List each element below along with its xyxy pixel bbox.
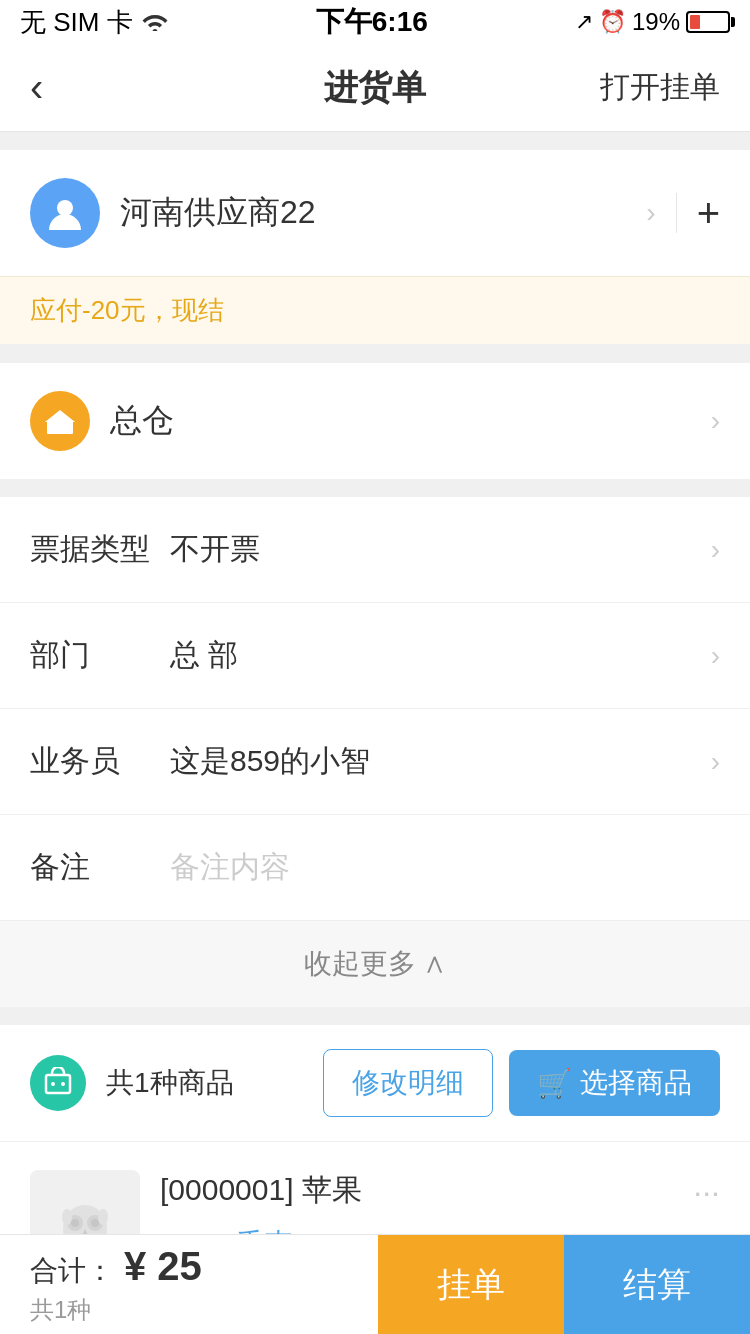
svg-marker-2 [45,410,75,422]
salesperson-label: 业务员 [30,741,150,782]
svg-rect-3 [55,426,65,434]
collapse-label: 收起更多 ∧ [304,945,447,983]
status-right: ↗ ⏰ 19% [575,8,730,36]
edit-detail-button[interactable]: 修改明细 [323,1049,493,1117]
invoice-type-label: 票据类型 [30,529,150,570]
warehouse-arrow-icon: › [711,405,720,437]
status-left: 无 SIM 卡 [20,5,169,40]
checkout-button[interactable]: 结算 [564,1235,750,1335]
select-product-button[interactable]: 🛒 选择商品 [509,1050,720,1116]
remark-input[interactable]: 备注内容 [150,847,720,888]
select-product-label: 选择商品 [580,1064,692,1102]
supplier-card: 河南供应商22 › + 应付-20元，现结 [0,150,750,344]
salesperson-value: 这是859的小智 [150,741,711,782]
invoice-type-value: 不开票 [150,529,711,570]
status-time: 下午6:16 [316,3,428,41]
hang-button[interactable]: 挂单 [378,1235,564,1335]
salesperson-row[interactable]: 业务员 这是859的小智 › [0,709,750,815]
supplier-row[interactable]: 河南供应商22 › + [0,150,750,276]
product-code: [0000001] [160,1173,302,1206]
svg-point-14 [98,1209,108,1225]
svg-point-13 [62,1209,72,1225]
battery-percent: 19% [632,8,680,36]
svg-rect-4 [46,1075,70,1093]
product-count-label: 共1种商品 [106,1064,323,1102]
product-more-button[interactable]: ··· [683,1170,720,1211]
collapse-row[interactable]: 收起更多 ∧ [0,920,750,1007]
product-name: [0000001] 苹果 [160,1170,683,1211]
product-count-icon [30,1055,86,1111]
total-sub: 共1种 [30,1294,348,1326]
svg-point-5 [51,1082,55,1086]
salesperson-arrow: › [711,746,720,778]
svg-point-10 [71,1219,79,1227]
remark-row[interactable]: 备注 备注内容 [0,815,750,920]
department-value: 总 部 [150,635,711,676]
cart-icon: 🛒 [537,1067,572,1100]
location-icon: ↗ [575,9,593,35]
total-amount: ¥ 25 [124,1244,202,1289]
supplier-divider [676,193,677,233]
invoice-type-arrow: › [711,534,720,566]
wifi-icon [141,7,169,38]
total-label: 合计： [30,1252,114,1290]
product-header: 共1种商品 修改明细 🛒 选择商品 [0,1025,750,1142]
carrier-label: 无 SIM 卡 [20,5,133,40]
svg-point-11 [91,1219,99,1227]
footer-total: 合计： ¥ 25 共1种 [0,1244,378,1326]
supplier-avatar [30,178,100,248]
warehouse-name: 总仓 [110,399,711,443]
alarm-icon: ⏰ [599,9,626,35]
warehouse-card: 总仓 › [0,362,750,479]
department-arrow: › [711,640,720,672]
invoice-type-row[interactable]: 票据类型 不开票 › [0,497,750,603]
nav-bar: ‹ 进货单 打开挂单 [0,44,750,132]
divider-3 [0,479,750,497]
add-supplier-button[interactable]: + [697,191,720,236]
form-section: 票据类型 不开票 › 部门 总 部 › 业务员 这是859的小智 › 备注 备注… [0,497,750,920]
department-row[interactable]: 部门 总 部 › [0,603,750,709]
footer-total-row: 合计： ¥ 25 [30,1244,348,1290]
warehouse-icon [30,391,90,451]
footer: 合计： ¥ 25 共1种 挂单 结算 [0,1234,750,1334]
supplier-arrow-icon: › [646,197,655,229]
remark-label: 备注 [30,847,150,888]
svg-point-6 [61,1082,65,1086]
svg-point-0 [57,200,73,216]
open-hang-button[interactable]: 打开挂单 [600,67,720,108]
department-label: 部门 [30,635,150,676]
product-title: 苹果 [302,1173,362,1206]
battery-icon [686,11,730,33]
payment-hint: 应付-20元，现结 [0,276,750,344]
divider-2 [0,344,750,362]
page-title: 进货单 [324,65,426,111]
status-bar: 无 SIM 卡 下午6:16 ↗ ⏰ 19% [0,0,750,44]
warehouse-row[interactable]: 总仓 › [0,362,750,479]
back-button[interactable]: ‹ [20,55,53,120]
supplier-name: 河南供应商22 [120,191,646,235]
divider-1 [0,132,750,150]
